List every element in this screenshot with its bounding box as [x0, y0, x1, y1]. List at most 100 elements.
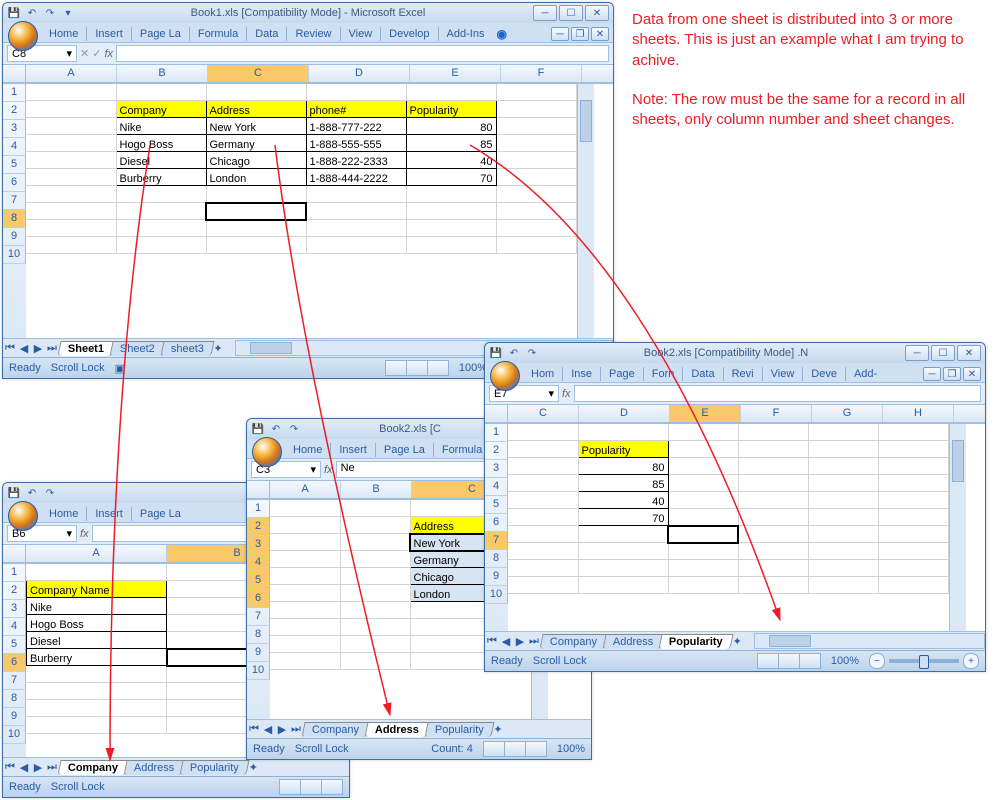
cell-grid[interactable]: CompanyAddressphone#Popularity NikeNew Y…	[26, 84, 577, 338]
formula-input[interactable]	[116, 45, 609, 62]
view-buttons[interactable]	[279, 779, 343, 795]
row-7[interactable]: 7	[3, 672, 26, 690]
cell[interactable]: Nike	[27, 598, 167, 615]
sheet-tab-company[interactable]: Company	[301, 722, 369, 737]
row-3[interactable]: 3	[247, 536, 270, 554]
tab-home[interactable]: Home	[43, 26, 84, 42]
office-button[interactable]	[252, 437, 282, 467]
doc-min-button[interactable]: ─	[923, 367, 941, 381]
col-A[interactable]: A	[26, 545, 167, 562]
active-cell[interactable]	[668, 526, 738, 543]
tab-nav-prev-icon[interactable]: ◀	[499, 635, 513, 648]
col-D[interactable]: D	[309, 65, 410, 82]
row-1[interactable]: 1	[3, 564, 26, 582]
row-2[interactable]: 2	[3, 102, 26, 120]
redo-icon[interactable]: ↷	[525, 346, 539, 360]
doc-restore-button[interactable]: ❐	[571, 27, 589, 41]
fx-enter-icon[interactable]: ✓	[92, 47, 101, 60]
row-4[interactable]: 4	[3, 138, 26, 156]
cell-grid[interactable]: Popularity 80 85 40 70	[508, 424, 949, 631]
cell[interactable]: New York	[206, 118, 306, 135]
cell[interactable]: 40	[406, 152, 496, 169]
row-1[interactable]: 1	[247, 500, 270, 518]
row-10[interactable]: 10	[3, 246, 26, 264]
close-button[interactable]: ✕	[585, 5, 609, 21]
fx-icon[interactable]: fx	[324, 464, 333, 476]
cell[interactable]: 85	[578, 475, 668, 492]
tab-data[interactable]: Data	[685, 366, 720, 382]
col-F[interactable]: F	[741, 405, 812, 422]
row-6[interactable]: 6	[3, 174, 26, 192]
row-8[interactable]: 8	[485, 550, 508, 568]
row-3[interactable]: 3	[485, 460, 508, 478]
chevron-down-icon[interactable]: ▾	[548, 387, 554, 400]
vertical-scrollbar[interactable]	[949, 424, 966, 631]
tab-nav-first-icon[interactable]: ⏮	[3, 342, 17, 355]
office-button[interactable]	[8, 21, 38, 51]
formula-input[interactable]	[574, 385, 981, 402]
cell[interactable]: 1-888-222-2333	[306, 152, 406, 169]
office-button[interactable]	[8, 501, 38, 531]
tab-home[interactable]: Home	[287, 442, 328, 458]
redo-icon[interactable]: ↷	[43, 6, 57, 20]
undo-icon[interactable]: ↶	[269, 422, 283, 436]
save-icon[interactable]: 💾	[489, 346, 503, 360]
column-headers[interactable]: A B C D E F	[3, 65, 613, 83]
chevron-down-icon[interactable]: ▾	[66, 527, 72, 540]
tab-nav-next-icon[interactable]: ▶	[513, 635, 527, 648]
zoom-slider[interactable]	[889, 659, 959, 663]
col-B[interactable]: B	[117, 65, 208, 82]
maximize-button[interactable]: ☐	[931, 345, 955, 361]
tab-home[interactable]: Home	[43, 506, 84, 522]
cell[interactable]: Diesel	[116, 152, 206, 169]
zoom-out-button[interactable]: −	[869, 653, 885, 669]
tab-formulas[interactable]: Forn	[646, 366, 681, 382]
col-A[interactable]: A	[26, 65, 117, 82]
sheet-tab-popularity[interactable]: Popularity	[180, 760, 250, 775]
row-7[interactable]: 7	[485, 532, 508, 550]
doc-min-button[interactable]: ─	[551, 27, 569, 41]
cell[interactable]: 85	[406, 135, 496, 152]
titlebar[interactable]: 💾 ↶ ↷ ▾ Book1.xls [Compatibility Mode] -…	[3, 3, 613, 23]
sheet-tab-sheet3[interactable]: sheet3	[160, 341, 214, 356]
tab-insert[interactable]: Insert	[89, 506, 129, 522]
cell[interactable]: 80	[578, 458, 668, 475]
cell[interactable]: Company Name	[27, 581, 167, 598]
row-3[interactable]: 3	[3, 600, 26, 618]
cell[interactable]: Burberry	[116, 169, 206, 186]
qat-more-icon[interactable]: ▾	[61, 6, 75, 20]
cell[interactable]: 70	[406, 169, 496, 186]
cell[interactable]: Company	[116, 101, 206, 118]
row-4[interactable]: 4	[485, 478, 508, 496]
cell[interactable]: 1-888-444-2222	[306, 169, 406, 186]
row-5[interactable]: 5	[3, 636, 26, 654]
col-C[interactable]: C	[508, 405, 579, 422]
zoom-level[interactable]: 100%	[557, 743, 585, 755]
undo-icon[interactable]: ↶	[25, 6, 39, 20]
cell[interactable]: 40	[578, 492, 668, 509]
row-4[interactable]: 4	[247, 554, 270, 572]
sheet-tab-company[interactable]: Company	[57, 760, 128, 775]
tab-view[interactable]: View	[765, 366, 801, 382]
row-4[interactable]: 4	[3, 618, 26, 636]
select-all-corner[interactable]	[485, 405, 508, 422]
cell[interactable]: Diesel	[27, 632, 167, 649]
tab-view[interactable]: View	[343, 26, 379, 42]
titlebar[interactable]: 💾↶↷ Book2.xls [Compatibility Mode] .N ─☐…	[485, 343, 985, 363]
col-F[interactable]: F	[501, 65, 582, 82]
save-icon[interactable]: 💾	[7, 486, 21, 500]
close-button[interactable]: ✕	[957, 345, 981, 361]
col-A[interactable]: A	[270, 481, 341, 498]
view-buttons[interactable]	[483, 741, 547, 757]
row-5[interactable]: 5	[247, 572, 270, 590]
sheet-tab-popularity[interactable]: Popularity	[425, 722, 495, 737]
tab-home[interactable]: Hom	[525, 366, 560, 382]
col-G[interactable]: G	[812, 405, 883, 422]
fx-icon[interactable]: fx	[80, 528, 89, 540]
tab-pagelayout[interactable]: Page La	[134, 26, 187, 42]
redo-icon[interactable]: ↷	[287, 422, 301, 436]
tab-pagelayout[interactable]: Page	[603, 366, 641, 382]
row-8[interactable]: 8	[3, 210, 26, 228]
cell[interactable]: Popularity	[578, 441, 668, 458]
row-3[interactable]: 3	[3, 120, 26, 138]
